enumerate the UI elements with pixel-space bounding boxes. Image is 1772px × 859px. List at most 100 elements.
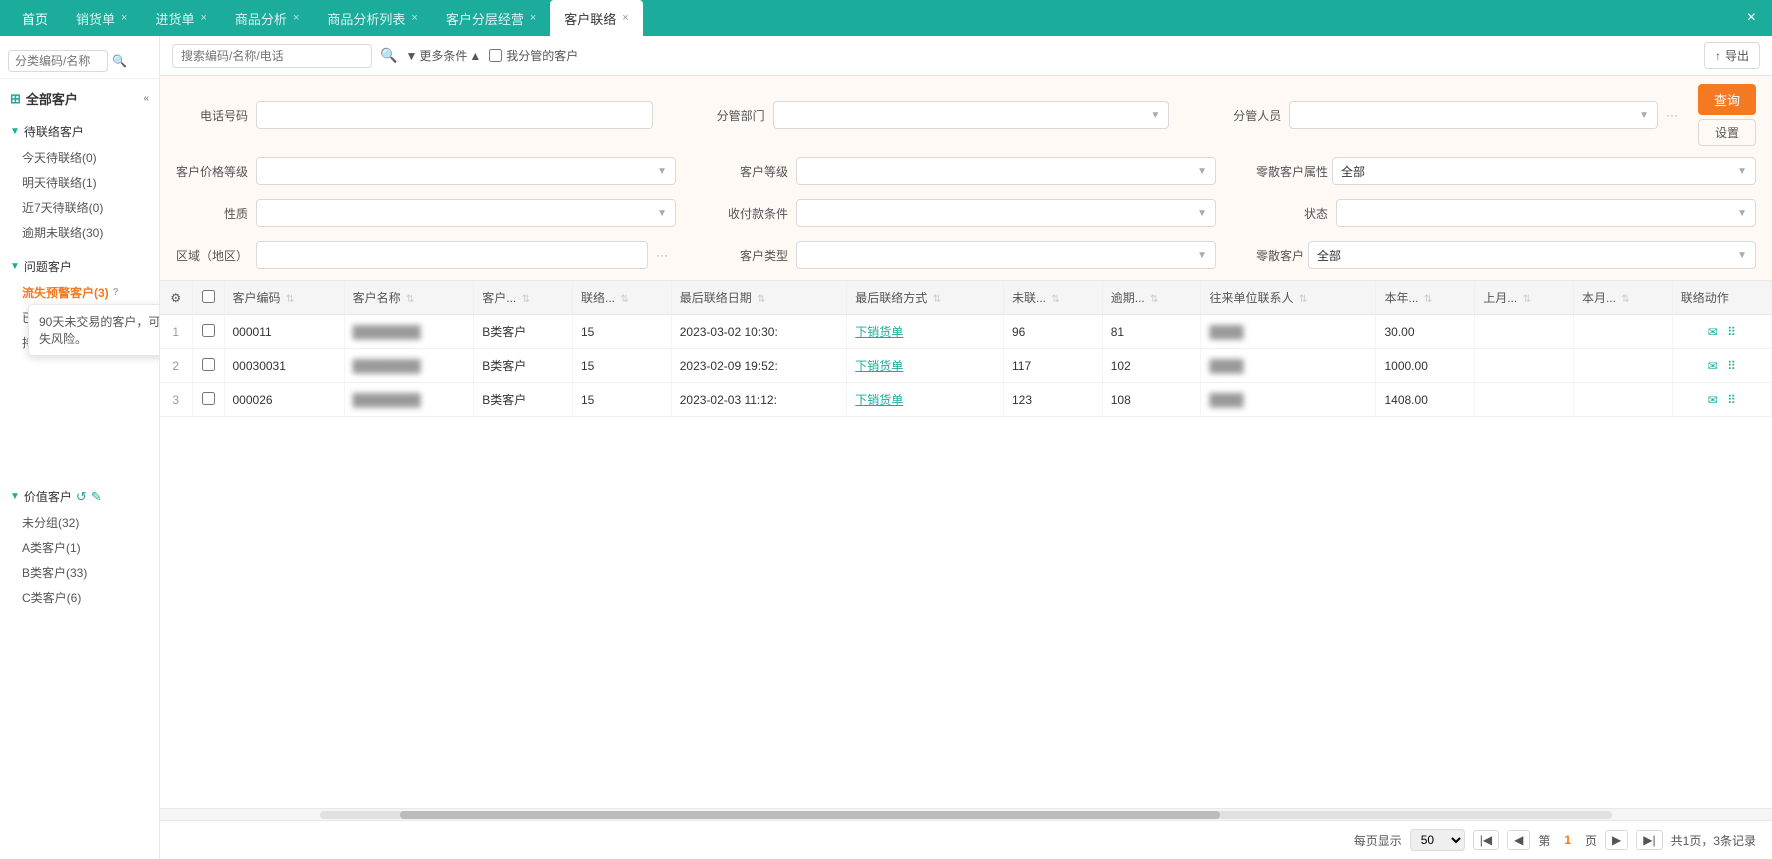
col-last-contact-method[interactable]: 最后联络方式 ⇅: [847, 281, 1004, 315]
settings-button[interactable]: 设置: [1698, 119, 1756, 146]
sidebar-item-class-c[interactable]: C类客户(6): [0, 585, 159, 610]
more-action-icon-1[interactable]: ⠿: [1727, 325, 1736, 339]
tab-purchaseorder-close[interactable]: ×: [200, 12, 206, 24]
col-overdue[interactable]: 逾期... ⇅: [1102, 281, 1201, 315]
scrollbar-track: [320, 811, 1612, 819]
filter-row-4: 区域（地区） ··· 客户类型 ▼ 零散客户 全部: [176, 238, 1756, 272]
row-action-3[interactable]: ✉ ⠿: [1672, 383, 1771, 417]
horizontal-scrollbar[interactable]: [160, 808, 1772, 820]
col-settings[interactable]: ⚙: [160, 281, 192, 315]
filter-zero-attr-select[interactable]: 全部 ▼: [1332, 157, 1756, 185]
row-checkbox-2[interactable]: [192, 349, 224, 383]
filter-region-more[interactable]: ···: [648, 248, 676, 262]
filter-phone-input[interactable]: [256, 101, 653, 129]
col-contact-count[interactable]: 联络... ⇅: [573, 281, 672, 315]
tab-productanalysis[interactable]: 商品分析 ×: [221, 0, 313, 36]
arrow-down-icon2: ▼: [10, 261, 20, 272]
sidebar-search-input[interactable]: [8, 50, 108, 72]
tab-customercontact[interactable]: 客户联络 ×: [550, 0, 642, 36]
tab-customerlayer-close[interactable]: ×: [530, 12, 536, 24]
row-action-2[interactable]: ✉ ⠿: [1672, 349, 1771, 383]
filter-zero-customer-select[interactable]: 全部 ▼: [1308, 241, 1756, 269]
edit-icon[interactable]: ✎: [91, 489, 102, 505]
filter-zero-attr-value: 全部: [1341, 163, 1365, 180]
sidebar-item-tomorrow[interactable]: 明天待联络(1): [0, 170, 159, 195]
row-select-1[interactable]: [202, 324, 215, 337]
filter-payment-select[interactable]: ▼: [796, 199, 1216, 227]
close-all-tabs[interactable]: ×: [1739, 9, 1764, 27]
more-filter-button[interactable]: ▼ 更多条件 ▲: [405, 47, 481, 64]
contact-icon-3[interactable]: ✉: [1708, 393, 1718, 407]
filter-customer-type-select[interactable]: ▼: [796, 241, 1216, 269]
my-customers-filter[interactable]: 我分管的客户: [489, 47, 578, 64]
search-input[interactable]: [172, 44, 372, 68]
filter-status-select[interactable]: ▼: [1336, 199, 1756, 227]
row-last-contact-method-1[interactable]: 下销货单: [847, 315, 1004, 349]
group-pending-contact-title[interactable]: ▼ 待联络客户: [0, 118, 159, 145]
sidebar-item-7days[interactable]: 近7天待联络(0): [0, 195, 159, 220]
row-select-3[interactable]: [202, 392, 215, 405]
last-page-btn[interactable]: ▶|: [1636, 830, 1662, 850]
row-checkbox-3[interactable]: [192, 383, 224, 417]
group-value-customers-title[interactable]: ▼ 价值客户 ↺ ✎: [0, 483, 159, 510]
col-this-month[interactable]: 本月... ⇅: [1573, 281, 1672, 315]
link-method-3[interactable]: 下销货单: [855, 393, 903, 407]
tab-productanalysis-close[interactable]: ×: [293, 12, 299, 24]
tab-purchaseorder[interactable]: 进货单 ×: [141, 0, 220, 36]
sidebar-item-class-b[interactable]: B类客户(33): [0, 560, 159, 585]
col-checkbox[interactable]: [192, 281, 224, 315]
my-customers-checkbox[interactable]: [489, 49, 502, 62]
row-action-1[interactable]: ✉ ⠿: [1672, 315, 1771, 349]
more-action-icon-3[interactable]: ⠿: [1727, 393, 1736, 407]
sidebar-item-churn-warning[interactable]: 流失预警客户(3) ?: [0, 280, 159, 305]
group-problem-customers-title[interactable]: ▼ 问题客户: [0, 253, 159, 280]
filter-region-select[interactable]: [256, 241, 648, 269]
next-page-btn[interactable]: ▶: [1605, 830, 1628, 850]
refresh-icon[interactable]: ↺: [76, 489, 87, 505]
filter-price-level-select[interactable]: ▼: [256, 157, 676, 185]
sidebar-item-unclassified[interactable]: 未分组(32): [0, 510, 159, 535]
col-name[interactable]: 客户名称 ⇅: [344, 281, 474, 315]
filter-person-more[interactable]: ···: [1658, 108, 1686, 122]
scrollbar-thumb[interactable]: [400, 811, 1220, 819]
filter-dept-select[interactable]: ▼: [773, 101, 1170, 129]
col-last-month[interactable]: 上月... ⇅: [1475, 281, 1574, 315]
tab-customerlayer[interactable]: 客户分层经营 ×: [432, 0, 550, 36]
filter-person-select[interactable]: ▼: [1289, 101, 1658, 129]
contact-icon-2[interactable]: ✉: [1708, 359, 1718, 373]
select-all-checkbox[interactable]: [202, 290, 215, 303]
row-last-contact-method-2[interactable]: 下销货单: [847, 349, 1004, 383]
tab-home[interactable]: 首页: [8, 0, 62, 36]
row-checkbox-1[interactable]: [192, 315, 224, 349]
first-page-btn[interactable]: |◀: [1473, 830, 1499, 850]
row-type-3: B类客户: [474, 383, 573, 417]
col-code[interactable]: 客户编码 ⇅: [224, 281, 344, 315]
filter-customer-level-select[interactable]: ▼: [796, 157, 1216, 185]
tab-salesorder[interactable]: 销货单 ×: [62, 0, 141, 36]
link-method-2[interactable]: 下销货单: [855, 359, 903, 373]
more-action-icon-2[interactable]: ⠿: [1727, 359, 1736, 373]
search-button[interactable]: 🔍: [380, 47, 397, 64]
row-last-contact-method-3[interactable]: 下销货单: [847, 383, 1004, 417]
query-button[interactable]: 查询: [1698, 84, 1756, 115]
filter-nature-select[interactable]: ▼: [256, 199, 676, 227]
col-uncontacted[interactable]: 未联... ⇅: [1004, 281, 1103, 315]
col-contact-person[interactable]: 往来单位联系人 ⇅: [1201, 281, 1376, 315]
tab-productanalysislist-close[interactable]: ×: [411, 12, 417, 24]
per-page-select[interactable]: 50 100 200: [1410, 829, 1465, 851]
contact-icon-1[interactable]: ✉: [1708, 325, 1718, 339]
prev-page-btn[interactable]: ◀: [1507, 830, 1530, 850]
export-button[interactable]: ↑ 导出: [1704, 42, 1760, 69]
tab-salesorder-close[interactable]: ×: [121, 12, 127, 24]
sidebar-item-overdue[interactable]: 逾期未联络(30): [0, 220, 159, 245]
col-this-year[interactable]: 本年... ⇅: [1376, 281, 1475, 315]
row-select-2[interactable]: [202, 358, 215, 371]
all-customers-title[interactable]: ⊞ 全部客户 «: [0, 83, 159, 114]
col-last-contact-date[interactable]: 最后联络日期 ⇅: [671, 281, 847, 315]
sidebar-item-class-a[interactable]: A类客户(1): [0, 535, 159, 560]
link-method-1[interactable]: 下销货单: [855, 325, 903, 339]
sidebar-item-today[interactable]: 今天待联络(0): [0, 145, 159, 170]
tab-customercontact-close[interactable]: ×: [622, 12, 628, 24]
col-type[interactable]: 客户... ⇅: [474, 281, 573, 315]
tab-productanalysislist[interactable]: 商品分析列表 ×: [313, 0, 431, 36]
